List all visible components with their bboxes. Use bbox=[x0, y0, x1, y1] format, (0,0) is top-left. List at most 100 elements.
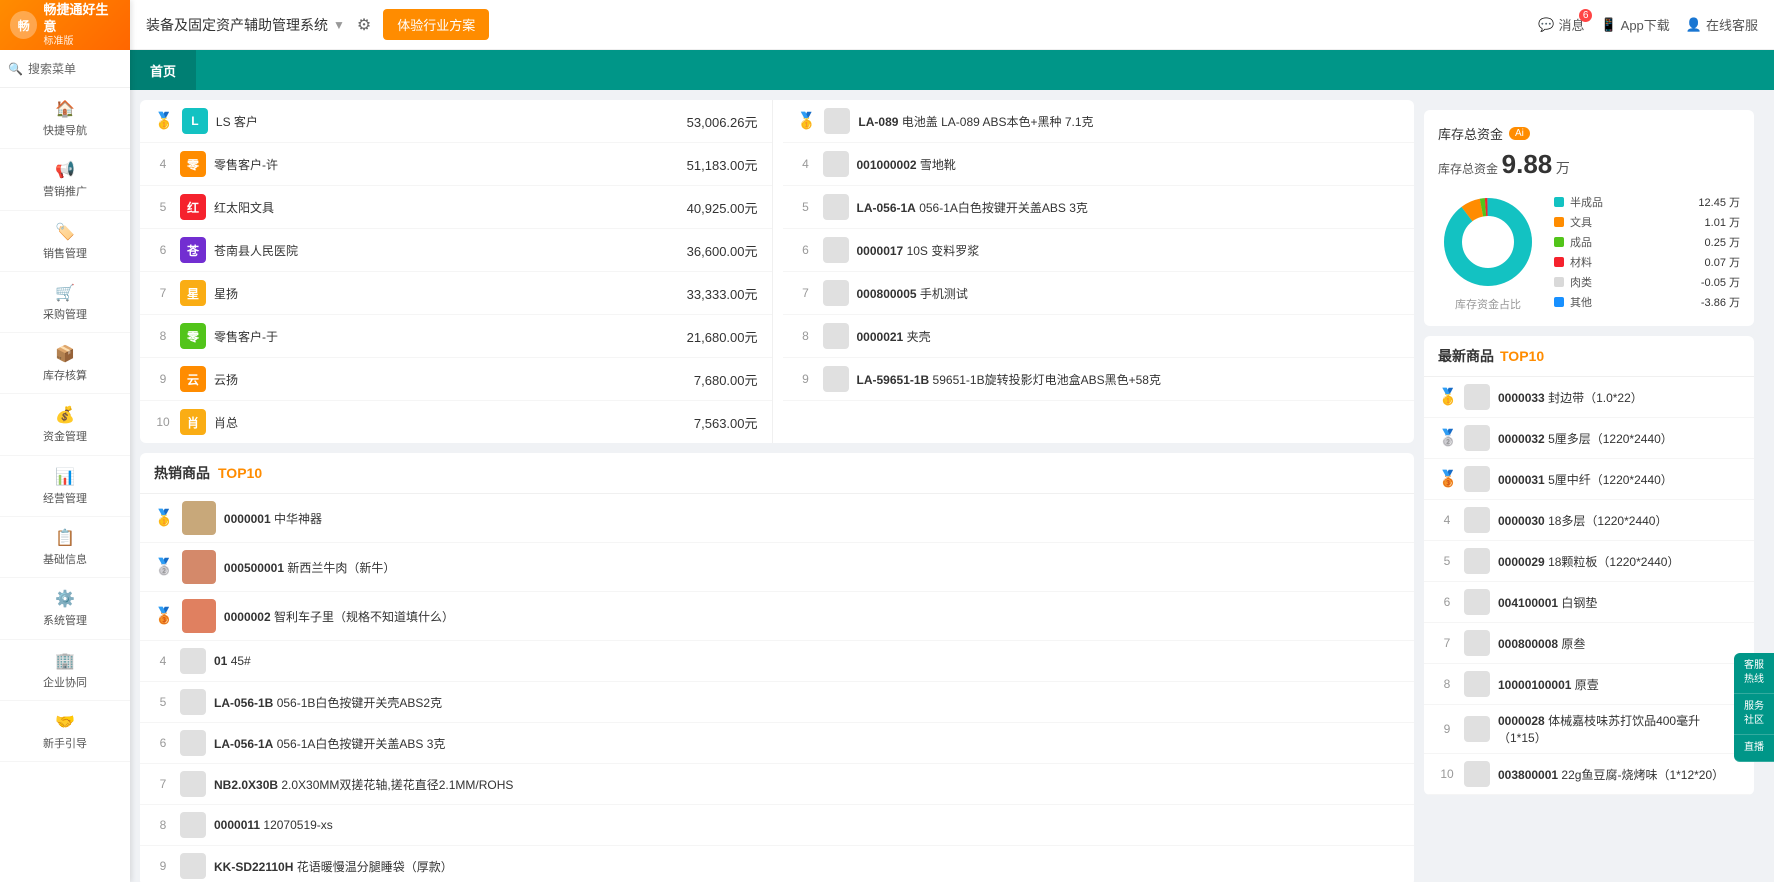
service-community-button[interactable]: 服务社区 bbox=[1734, 694, 1774, 735]
avatar: L bbox=[182, 108, 208, 134]
hot-products-header: 热销商品 TOP10 bbox=[140, 453, 1414, 494]
topbar-right: 💬 消息 6 📱 App下载 👤 在线客服 bbox=[1538, 15, 1758, 34]
product-icon bbox=[180, 689, 206, 715]
sidebar-item-quick-nav[interactable]: 🏠 快捷导航 bbox=[0, 88, 130, 149]
list-item: 6 0000017 10S 变料罗浆 bbox=[783, 229, 1415, 272]
product-icon bbox=[1464, 630, 1490, 656]
system-title[interactable]: 装备及固定资产辅助管理系统 ▼ bbox=[146, 15, 345, 35]
legend-item: 肉类 -0.05 万 bbox=[1554, 274, 1740, 290]
avatar: 星 bbox=[180, 280, 206, 306]
list-item: 10 肖 肖总 7,563.00元 bbox=[140, 401, 772, 443]
sidebar-item-guide[interactable]: 🤝 新手引导 bbox=[0, 701, 130, 762]
logo-text: 畅捷通好生意 标准版 bbox=[43, 2, 120, 49]
new-product-item: 9 0000028 体械嘉枝味苏打饮品400毫升（1*15） bbox=[1424, 705, 1754, 754]
product-item: 7 NB2.0X30B 2.0X30MM双搓花轴,搓花直径2.1MM/ROHS bbox=[140, 764, 1414, 805]
message-icon: 💬 bbox=[1538, 17, 1554, 33]
app-download-button[interactable]: 📱 App下载 bbox=[1600, 15, 1669, 34]
customer-service-button[interactable]: 客服热线 bbox=[1734, 653, 1774, 694]
sidebar-item-inventory[interactable]: 📦 库存核算 bbox=[0, 333, 130, 394]
product-icon bbox=[1464, 425, 1490, 451]
product-icon bbox=[180, 648, 206, 674]
sidebar-item-enterprise[interactable]: 🏢 企业协同 bbox=[0, 640, 130, 701]
inventory-icon: 📦 bbox=[54, 343, 76, 365]
list-item: 5 红 红太阳文具 40,925.00元 bbox=[140, 186, 772, 229]
stock-title: 库存总资金 Ai bbox=[1438, 124, 1740, 143]
message-badge: 6 bbox=[1579, 9, 1593, 22]
new-product-item: 10 003800001 22g鱼豆腐-烧烤味（1*12*20） bbox=[1424, 754, 1754, 795]
list-item: 7 星 星扬 33,333.00元 bbox=[140, 272, 772, 315]
product-item: 🥇 0000001 中华神器 bbox=[140, 494, 1414, 543]
legend-item: 半成品 12.45 万 bbox=[1554, 194, 1740, 210]
product-image bbox=[182, 550, 216, 584]
sidebar-item-purchase[interactable]: 🛒 采购管理 bbox=[0, 272, 130, 333]
product-icon bbox=[180, 771, 206, 797]
sidebar-item-base-info[interactable]: 📋 基础信息 bbox=[0, 517, 130, 578]
product-icon bbox=[823, 194, 849, 220]
list-item: 6 苍 苍南县人民医院 36,600.00元 bbox=[140, 229, 772, 272]
sidebar-item-marketing[interactable]: 📢 营销推广 bbox=[0, 149, 130, 210]
list-item: 7 000800005 手机测试 bbox=[783, 272, 1415, 315]
product-item: 8 0000011 12070519-xs bbox=[140, 805, 1414, 846]
product-icon bbox=[823, 237, 849, 263]
list-item: 5 LA-056-1A 056-1A白色按键开关盖ABS 3克 bbox=[783, 186, 1415, 229]
content-main: 🥇 L LS 客户 53,006.26元 4 零 零售客户-许 51,183. bbox=[130, 90, 1774, 882]
product-icon bbox=[824, 108, 850, 134]
new-product-item: 7 000800008 原叁 bbox=[1424, 623, 1754, 664]
product-item: 5 LA-056-1B 056-1B白色按键开关壳ABS2克 bbox=[140, 682, 1414, 723]
search-icon: 🔍 bbox=[8, 62, 23, 76]
top-customers-card: 🥇 L LS 客户 53,006.26元 4 零 零售客户-许 51,183. bbox=[140, 100, 1414, 443]
logo-icon: 畅 bbox=[10, 11, 37, 39]
sidebar: 畅 畅捷通好生意 标准版 🔍 搜索菜单 🏠 快捷导航 📢 营销推广 🏷️ 销售管… bbox=[0, 0, 130, 882]
avatar: 红 bbox=[180, 194, 206, 220]
product-item: 4 01 45# bbox=[140, 641, 1414, 682]
product-icon bbox=[180, 853, 206, 879]
trial-button[interactable]: 体验行业方案 bbox=[383, 9, 489, 40]
stock-total: 库存总资金 9.88 万 bbox=[1438, 149, 1740, 180]
product-icon bbox=[180, 812, 206, 838]
product-icon bbox=[1464, 548, 1490, 574]
sidebar-item-system[interactable]: ⚙️ 系统管理 bbox=[0, 578, 130, 639]
product-icon bbox=[1464, 716, 1490, 742]
messages-button[interactable]: 💬 消息 6 bbox=[1538, 15, 1584, 34]
product-icon bbox=[1464, 384, 1490, 410]
medal-icon: 🥇 bbox=[154, 111, 174, 131]
medal-icon: 🥇 bbox=[154, 508, 174, 528]
legend-item: 成品 0.25 万 bbox=[1554, 234, 1740, 250]
chevron-down-icon: ▼ bbox=[333, 18, 345, 32]
new-product-item: 6 004100001 白钢垫 bbox=[1424, 582, 1754, 623]
sidebar-item-finance[interactable]: 💰 资金管理 bbox=[0, 394, 130, 455]
legend-color-dot bbox=[1554, 237, 1564, 247]
medal-icon: 🥈 bbox=[154, 557, 174, 577]
new-product-item: 🥈 0000032 5厘多层（1220*2440） bbox=[1424, 418, 1754, 459]
sidebar-item-operations[interactable]: 📊 经营管理 bbox=[0, 456, 130, 517]
legend-color-dot bbox=[1554, 217, 1564, 227]
list-item: 🥇 LA-089 电池盖 LA-089 ABS本色+黑种 7.1克 bbox=[783, 100, 1415, 143]
list-item: 🥇 L LS 客户 53,006.26元 bbox=[140, 100, 772, 143]
main-area: 装备及固定资产辅助管理系统 ▼ ⚙ 体验行业方案 💬 消息 6 📱 App下载 … bbox=[130, 0, 1774, 882]
product-icon bbox=[823, 366, 849, 392]
operations-icon: 📊 bbox=[54, 466, 76, 488]
guide-icon: 🤝 bbox=[54, 711, 76, 733]
list-item: 8 0000021 夹壳 bbox=[783, 315, 1415, 358]
new-product-item: 4 0000030 18多层（1220*2440） bbox=[1424, 500, 1754, 541]
avatar: 苍 bbox=[180, 237, 206, 263]
product-icon bbox=[823, 323, 849, 349]
product-image bbox=[182, 599, 216, 633]
list-item: 9 云 云扬 7,680.00元 bbox=[140, 358, 772, 401]
sidebar-item-sales[interactable]: 🏷️ 销售管理 bbox=[0, 211, 130, 272]
list-item bbox=[783, 401, 1415, 443]
search-menu[interactable]: 🔍 搜索菜单 bbox=[0, 50, 130, 88]
product-item: 6 LA-056-1A 056-1A白色按键开关盖ABS 3克 bbox=[140, 723, 1414, 764]
donut-chart-area: 库存资金占比 半成品 12.45 万 文具 bbox=[1438, 192, 1740, 312]
online-service-button[interactable]: 👤 在线客服 bbox=[1686, 15, 1758, 34]
settings-icon[interactable]: ⚙ bbox=[357, 15, 371, 35]
enterprise-icon: 🏢 bbox=[54, 650, 76, 672]
medal-icon: 🥉 bbox=[154, 606, 174, 626]
topbar: 装备及固定资产辅助管理系统 ▼ ⚙ 体验行业方案 💬 消息 6 📱 App下载 … bbox=[130, 0, 1774, 50]
tab-home[interactable]: 首页 bbox=[130, 50, 196, 90]
product-icon bbox=[1464, 671, 1490, 697]
live-button[interactable]: 直播 bbox=[1734, 735, 1774, 762]
new-product-item: 5 0000029 18颗粒板（1220*2440） bbox=[1424, 541, 1754, 582]
list-item: 4 零 零售客户-许 51,183.00元 bbox=[140, 143, 772, 186]
legend-color-dot bbox=[1554, 277, 1564, 287]
